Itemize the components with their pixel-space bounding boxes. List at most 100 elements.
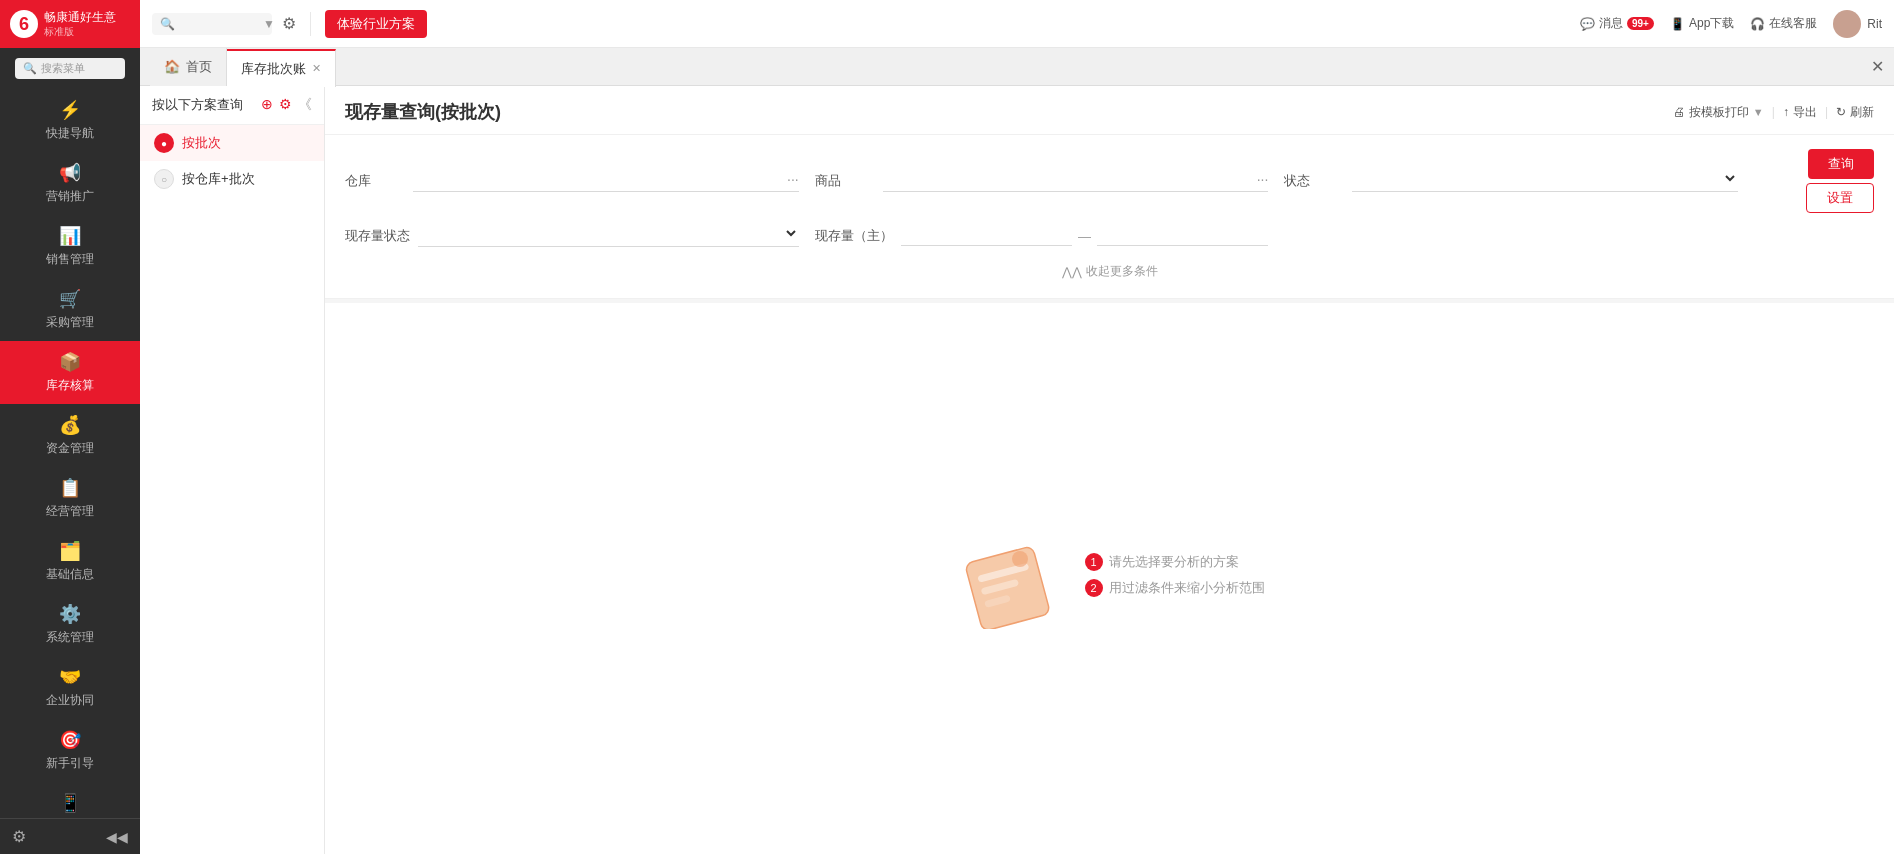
warehouse-input[interactable]	[413, 171, 787, 186]
svg-point-5	[1012, 551, 1028, 567]
inventory-status-select[interactable]	[418, 225, 799, 242]
inventory-status-select-wrap	[418, 225, 799, 247]
sidebar-footer: ⚙ ◀◀	[0, 818, 140, 854]
operations-icon: 📋	[59, 477, 81, 499]
home-icon: 🏠	[164, 59, 180, 74]
system-icon: ⚙️	[59, 603, 81, 625]
export-button[interactable]: ↑ 导出	[1783, 104, 1817, 121]
action-divider-2: |	[1825, 105, 1828, 119]
scheme-panel-header: 按以下方案查询 ⊕ ⚙ 《	[140, 86, 324, 125]
sidebar-header: 6 畅康通好生意 标准版	[0, 0, 140, 48]
close-tab-icon[interactable]: ✕	[312, 62, 321, 75]
export-label: 导出	[1793, 104, 1817, 121]
sidebar-item-basic[interactable]: 🗂️ 基础信息	[0, 530, 140, 593]
close-all-tabs-icon[interactable]: ✕	[1871, 57, 1884, 76]
sidebar-item-apps[interactable]: 📱 应用中心	[0, 782, 140, 818]
collapse-panel-icon[interactable]: 《	[298, 96, 312, 114]
shortcuts-icon: ⚡	[59, 99, 81, 121]
sidebar-label-finance: 资金管理	[46, 440, 94, 457]
sidebar-item-finance[interactable]: 💰 资金管理	[0, 404, 140, 467]
content-area: 按以下方案查询 ⊕ ⚙ 《 ● 按批次 ○ 按仓库+批次	[140, 86, 1894, 854]
apps-icon: 📱	[59, 792, 81, 814]
sidebar-item-guide[interactable]: 🎯 新手引导	[0, 719, 140, 782]
collapse-more-btn[interactable]: ⋀⋀ 收起更多条件	[345, 259, 1874, 284]
scheme-list: ● 按批次 ○ 按仓库+批次	[140, 125, 324, 854]
topbar-right: 💬 消息 99+ 📱 App下载 🎧 在线客服 Rit	[1580, 10, 1882, 38]
topbar-search-wrap[interactable]: 🔍 ▼	[152, 13, 272, 35]
sidebar-item-inventory[interactable]: 📦 库存核算	[0, 341, 140, 404]
scheme-batch-icon: ●	[154, 133, 174, 153]
sidebar-item-system[interactable]: ⚙️ 系统管理	[0, 593, 140, 656]
tab-home-label: 首页	[186, 58, 212, 76]
refresh-icon: ↻	[1836, 105, 1846, 119]
marketing-icon: 📢	[59, 162, 81, 184]
tab-home[interactable]: 🏠 首页	[150, 48, 227, 86]
inventory-qty-label: 现存量（主）	[815, 227, 893, 245]
tab-inventory-batch[interactable]: 库存批次账 ✕	[227, 49, 336, 87]
print-dropdown-icon[interactable]: ▼	[1753, 106, 1764, 118]
user-avatar	[1833, 10, 1861, 38]
refresh-button[interactable]: ↻ 刷新	[1836, 104, 1874, 121]
sidebar-item-collab[interactable]: 🤝 企业协同	[0, 656, 140, 719]
user-area[interactable]: Rit	[1833, 10, 1882, 38]
warehouse-more-icon[interactable]: ···	[787, 171, 799, 187]
inventory-icon: 📦	[59, 351, 81, 373]
status-select-wrap	[1352, 170, 1738, 192]
filter-row-2: 现存量状态 现存量（主） —	[345, 225, 1874, 247]
sidebar-label-system: 系统管理	[46, 629, 94, 646]
topbar-divider	[310, 12, 311, 36]
status-select[interactable]	[1352, 170, 1738, 187]
print-button[interactable]: 🖨 按模板打印 ▼	[1673, 104, 1764, 121]
page-title-bar: 现存量查询(按批次) 🖨 按模板打印 ▼ | ↑ 导出 | ↻	[325, 86, 1894, 135]
search-label: 搜索菜单	[41, 61, 85, 76]
filter-inventory-qty: 现存量（主） —	[815, 226, 1269, 246]
sidebar-label-collab: 企业协同	[46, 692, 94, 709]
collapse-sidebar-icon[interactable]: ◀◀	[106, 829, 128, 845]
qty-to-input[interactable]	[1097, 226, 1268, 246]
sidebar-label-guide: 新手引导	[46, 755, 94, 772]
sidebar-item-search[interactable]: 🔍 搜索菜单	[0, 48, 140, 89]
message-button[interactable]: 💬 消息 99+	[1580, 15, 1654, 32]
online-service-button[interactable]: 🎧 在线客服	[1750, 15, 1817, 32]
topbar-gear-icon[interactable]: ⚙	[282, 14, 296, 33]
page-title-actions: 🖨 按模板打印 ▼ | ↑ 导出 | ↻ 刷新	[1673, 104, 1874, 121]
scheme-item-warehouse-batch[interactable]: ○ 按仓库+批次	[140, 161, 324, 197]
page-title: 现存量查询(按批次)	[345, 100, 501, 124]
add-scheme-icon[interactable]: ⊕	[261, 96, 273, 114]
sidebar-label-sales: 销售管理	[46, 251, 94, 268]
topbar-search-dropdown-icon[interactable]: ▼	[263, 17, 275, 31]
filter-warehouse: 仓库 ···	[345, 171, 799, 192]
manage-scheme-icon[interactable]: ⚙	[279, 96, 292, 114]
finance-icon: 💰	[59, 414, 81, 436]
settings-icon[interactable]: ⚙	[12, 827, 26, 846]
step-2-num: 2	[1085, 579, 1103, 597]
app-download-button[interactable]: 📱 App下载	[1670, 15, 1734, 32]
sidebar-item-marketing[interactable]: 📢 营销推广	[0, 152, 140, 215]
goods-input[interactable]	[883, 171, 1257, 186]
collapse-label: 收起更多条件	[1086, 263, 1158, 280]
query-button[interactable]: 查询	[1808, 149, 1874, 179]
range-dash: —	[1078, 229, 1091, 244]
export-icon: ↑	[1783, 105, 1789, 119]
right-panel: 现存量查询(按批次) 🖨 按模板打印 ▼ | ↑ 导出 | ↻	[325, 86, 1894, 854]
sidebar-item-shortcuts[interactable]: ⚡ 快捷导航	[0, 89, 140, 152]
qty-from-input[interactable]	[901, 226, 1072, 246]
trial-button[interactable]: 体验行业方案	[325, 10, 427, 38]
step-2-text: 用过滤条件来缩小分析范围	[1109, 579, 1265, 597]
basic-icon: 🗂️	[59, 540, 81, 562]
scheme-batch-label: 按批次	[182, 134, 221, 152]
sidebar-item-sales[interactable]: 📊 销售管理	[0, 215, 140, 278]
purchase-icon: 🛒	[59, 288, 81, 310]
scheme-item-batch[interactable]: ● 按批次	[140, 125, 324, 161]
topbar-search-input[interactable]	[179, 17, 259, 31]
guide-icon: 🎯	[59, 729, 81, 751]
settings-button[interactable]: 设置	[1806, 183, 1874, 213]
sidebar-label-shortcuts: 快捷导航	[46, 125, 94, 142]
inventory-qty-range: —	[901, 226, 1269, 246]
empty-state: 1 请先选择要分析的方案 2 用过滤条件来缩小分析范围	[325, 303, 1894, 854]
goods-more-icon[interactable]: ···	[1257, 171, 1269, 187]
sidebar-item-purchase[interactable]: 🛒 采购管理	[0, 278, 140, 341]
empty-step-2: 2 用过滤条件来缩小分析范围	[1085, 579, 1265, 597]
goods-input-wrap: ···	[883, 171, 1269, 192]
sidebar-item-operations[interactable]: 📋 经营管理	[0, 467, 140, 530]
